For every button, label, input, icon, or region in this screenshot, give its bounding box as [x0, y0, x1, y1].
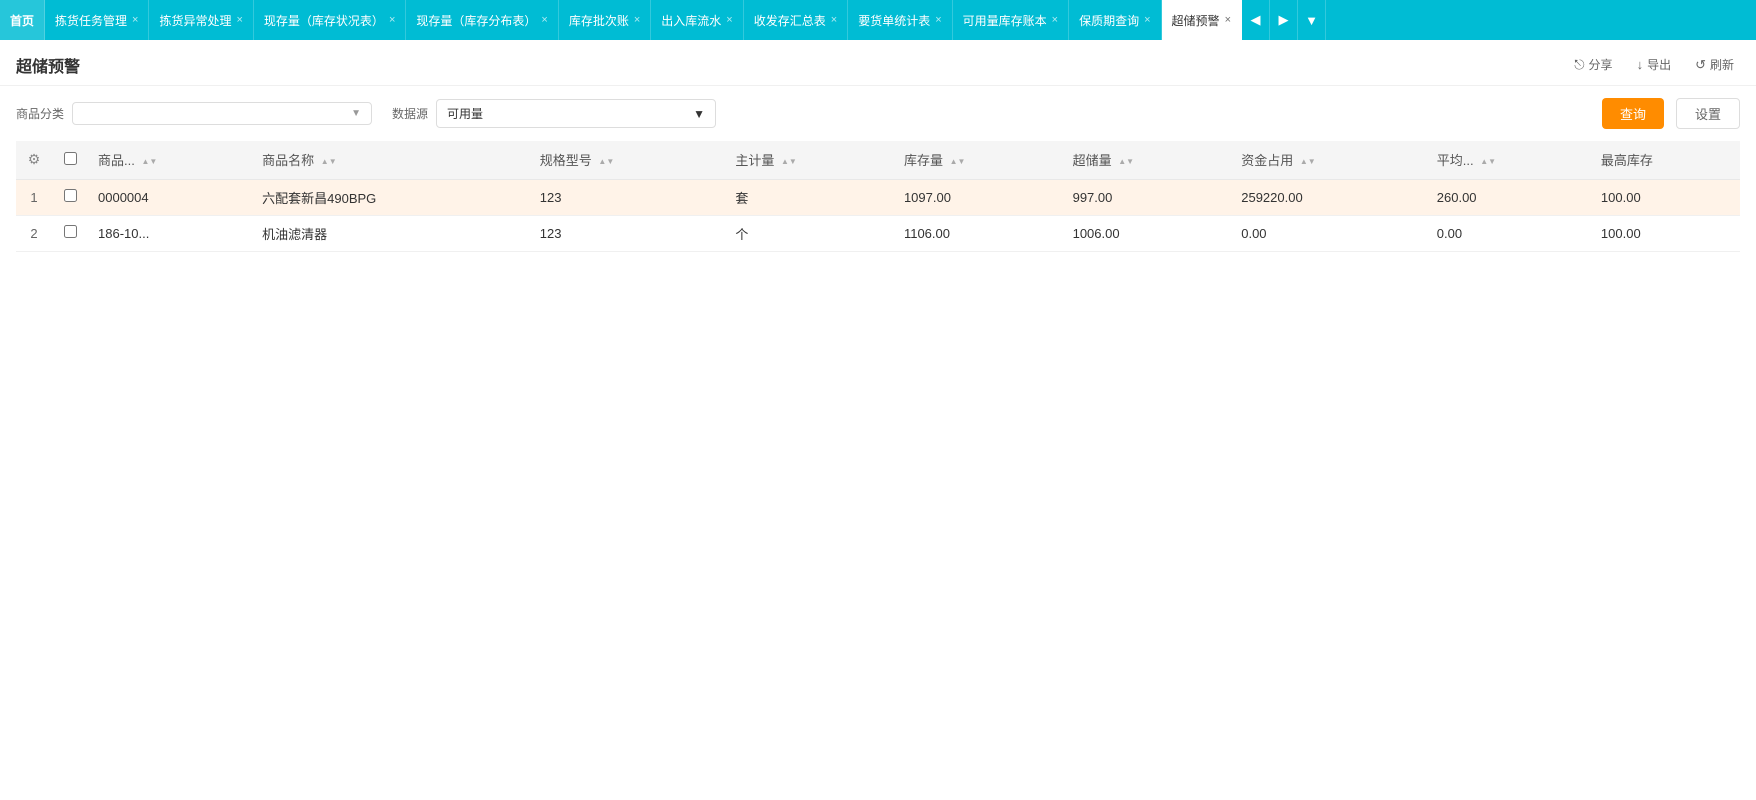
- capital-header: 资金占用 ▲▼: [1231, 141, 1427, 179]
- max-stock-header: 最高库存: [1591, 141, 1740, 179]
- datasource-select-value: 可用量: [447, 105, 483, 122]
- select-all-checkbox[interactable]: [64, 152, 77, 165]
- refresh-icon: ↺: [1695, 57, 1706, 73]
- capital-cell: 259220.00: [1231, 179, 1427, 215]
- nav-left-arrow[interactable]: ◀: [1242, 0, 1270, 40]
- datasource-select[interactable]: 可用量 ▼: [436, 99, 716, 128]
- page-header: 超储预警 ⎋ 分享 ↓ 导出 ↺ 刷新: [0, 40, 1756, 86]
- close-icon[interactable]: ×: [236, 14, 242, 26]
- sort-icon[interactable]: ▲▼: [321, 158, 337, 166]
- table-header-row: ⚙ 商品... ▲▼ 商品名称 ▲▼ 规格型号 ▲▼: [16, 141, 1740, 179]
- chevron-down-icon: ▼: [693, 107, 705, 121]
- row-checkbox-cell: [52, 215, 88, 251]
- nav-tab-available-account[interactable]: 可用量库存账本 ×: [953, 0, 1069, 40]
- checkbox-column-header: [52, 141, 88, 179]
- avg-cell: 260.00: [1427, 179, 1591, 215]
- top-nav: 首页 拣货任务管理 × 拣货异常处理 × 现存量（库存状况表） × 现存量（库存…: [0, 0, 1756, 40]
- nav-more-arrow[interactable]: ▼: [1298, 0, 1326, 40]
- close-icon[interactable]: ×: [831, 14, 837, 26]
- spec-cell: 123: [530, 179, 726, 215]
- close-icon[interactable]: ×: [634, 14, 640, 26]
- sort-icon[interactable]: ▲▼: [950, 158, 966, 166]
- close-icon[interactable]: ×: [132, 14, 138, 26]
- header-actions: ⎋ 分享 ↓ 导出 ↺ 刷新: [1568, 52, 1740, 77]
- overstock-cell: 997.00: [1063, 179, 1232, 215]
- sort-icon[interactable]: ▲▼: [598, 158, 614, 166]
- close-icon[interactable]: ×: [1144, 14, 1150, 26]
- nav-tab-pick-exception[interactable]: 拣货异常处理 ×: [149, 0, 253, 40]
- nav-tab-overstock-warning[interactable]: 超储预警 ×: [1162, 0, 1242, 40]
- close-icon[interactable]: ×: [541, 14, 547, 26]
- nav-tab-inout-flow[interactable]: 出入库流水 ×: [651, 0, 743, 40]
- unit-cell: 套: [725, 179, 894, 215]
- row-num-cell: 1: [16, 179, 52, 215]
- row-checkbox-cell: [52, 179, 88, 215]
- table-row: 2 186-10... 机油滤清器 123 个 1106.00 1006.00 …: [16, 215, 1740, 251]
- unit-header: 主计量 ▲▼: [725, 141, 894, 179]
- query-button[interactable]: 查询: [1602, 98, 1664, 129]
- nav-tab-receipt-summary[interactable]: 收发存汇总表 ×: [744, 0, 848, 40]
- nav-right-arrow[interactable]: ▶: [1270, 0, 1298, 40]
- overstock-cell: 1006.00: [1063, 215, 1232, 251]
- avg-header: 平均... ▲▼: [1427, 141, 1591, 179]
- close-icon[interactable]: ×: [389, 14, 395, 26]
- nav-tab-inventory-dist[interactable]: 现存量（库存分布表） ×: [406, 0, 558, 40]
- sort-icon[interactable]: ▲▼: [1118, 158, 1134, 166]
- spec-cell: 123: [530, 215, 726, 251]
- close-icon[interactable]: ×: [1052, 14, 1058, 26]
- row-checkbox[interactable]: [64, 225, 77, 238]
- datasource-filter-group: 数据源 可用量 ▼: [392, 99, 716, 128]
- row-checkbox[interactable]: [64, 189, 77, 202]
- share-icon: ⎋: [1574, 57, 1584, 73]
- nav-tab-order-stats[interactable]: 要货单统计表 ×: [848, 0, 952, 40]
- data-table: ⚙ 商品... ▲▼ 商品名称 ▲▼ 规格型号 ▲▼: [16, 141, 1740, 252]
- close-icon[interactable]: ×: [726, 14, 732, 26]
- sort-icon[interactable]: ▲▼: [141, 158, 157, 166]
- gear-icon[interactable]: ⚙: [28, 151, 41, 167]
- category-filter-group: 商品分类 ▼: [16, 102, 372, 125]
- chevron-down-icon: ▼: [351, 108, 361, 119]
- nav-tab-pick-task[interactable]: 拣货任务管理 ×: [45, 0, 149, 40]
- category-select[interactable]: ▼: [72, 102, 372, 125]
- sort-icon[interactable]: ▲▼: [1300, 158, 1316, 166]
- nav-tab-home[interactable]: 首页: [0, 0, 45, 40]
- close-icon[interactable]: ×: [1225, 14, 1231, 26]
- unit-cell: 个: [725, 215, 894, 251]
- close-icon[interactable]: ×: [935, 14, 941, 26]
- gear-column-header: ⚙: [16, 141, 52, 179]
- sort-icon[interactable]: ▲▼: [1480, 158, 1496, 166]
- nav-tab-inventory-status[interactable]: 现存量（库存状况表） ×: [254, 0, 406, 40]
- table-container: ⚙ 商品... ▲▼ 商品名称 ▲▼ 规格型号 ▲▼: [0, 141, 1756, 252]
- product-name-header: 商品名称 ▲▼: [252, 141, 530, 179]
- overstock-header: 超储量 ▲▼: [1063, 141, 1232, 179]
- product-name-cell: 六配套新昌490BPG: [252, 179, 530, 215]
- export-button[interactable]: ↓ 导出: [1631, 52, 1678, 77]
- product-code-cell: 0000004: [88, 179, 252, 215]
- table-row: 1 0000004 六配套新昌490BPG 123 套 1097.00 997.…: [16, 179, 1740, 215]
- sort-icon[interactable]: ▲▼: [781, 158, 797, 166]
- stock-header: 库存量 ▲▼: [894, 141, 1063, 179]
- category-label: 商品分类: [16, 105, 64, 122]
- filter-bar: 商品分类 ▼ 数据源 可用量 ▼ 查询 设置: [0, 86, 1756, 141]
- stock-cell: 1106.00: [894, 215, 1063, 251]
- max-stock-cell: 100.00: [1591, 179, 1740, 215]
- capital-cell: 0.00: [1231, 215, 1427, 251]
- row-num-cell: 2: [16, 215, 52, 251]
- avg-cell: 0.00: [1427, 215, 1591, 251]
- product-name-cell: 机油滤清器: [252, 215, 530, 251]
- max-stock-cell: 100.00: [1591, 215, 1740, 251]
- spec-header: 规格型号 ▲▼: [530, 141, 726, 179]
- datasource-label: 数据源: [392, 105, 428, 122]
- page-title: 超储预警: [16, 53, 80, 77]
- nav-tab-batch-account[interactable]: 库存批次账 ×: [559, 0, 651, 40]
- page-container: 超储预警 ⎋ 分享 ↓ 导出 ↺ 刷新 商品分类 ▼ 数据源: [0, 40, 1756, 800]
- stock-cell: 1097.00: [894, 179, 1063, 215]
- settings-button[interactable]: 设置: [1676, 98, 1740, 129]
- product-code-header: 商品... ▲▼: [88, 141, 252, 179]
- refresh-button[interactable]: ↺ 刷新: [1689, 52, 1740, 77]
- export-icon: ↓: [1637, 57, 1644, 72]
- share-button[interactable]: ⎋ 分享: [1568, 52, 1618, 77]
- product-code-cell: 186-10...: [88, 215, 252, 251]
- nav-tab-expiry-query[interactable]: 保质期查询 ×: [1069, 0, 1161, 40]
